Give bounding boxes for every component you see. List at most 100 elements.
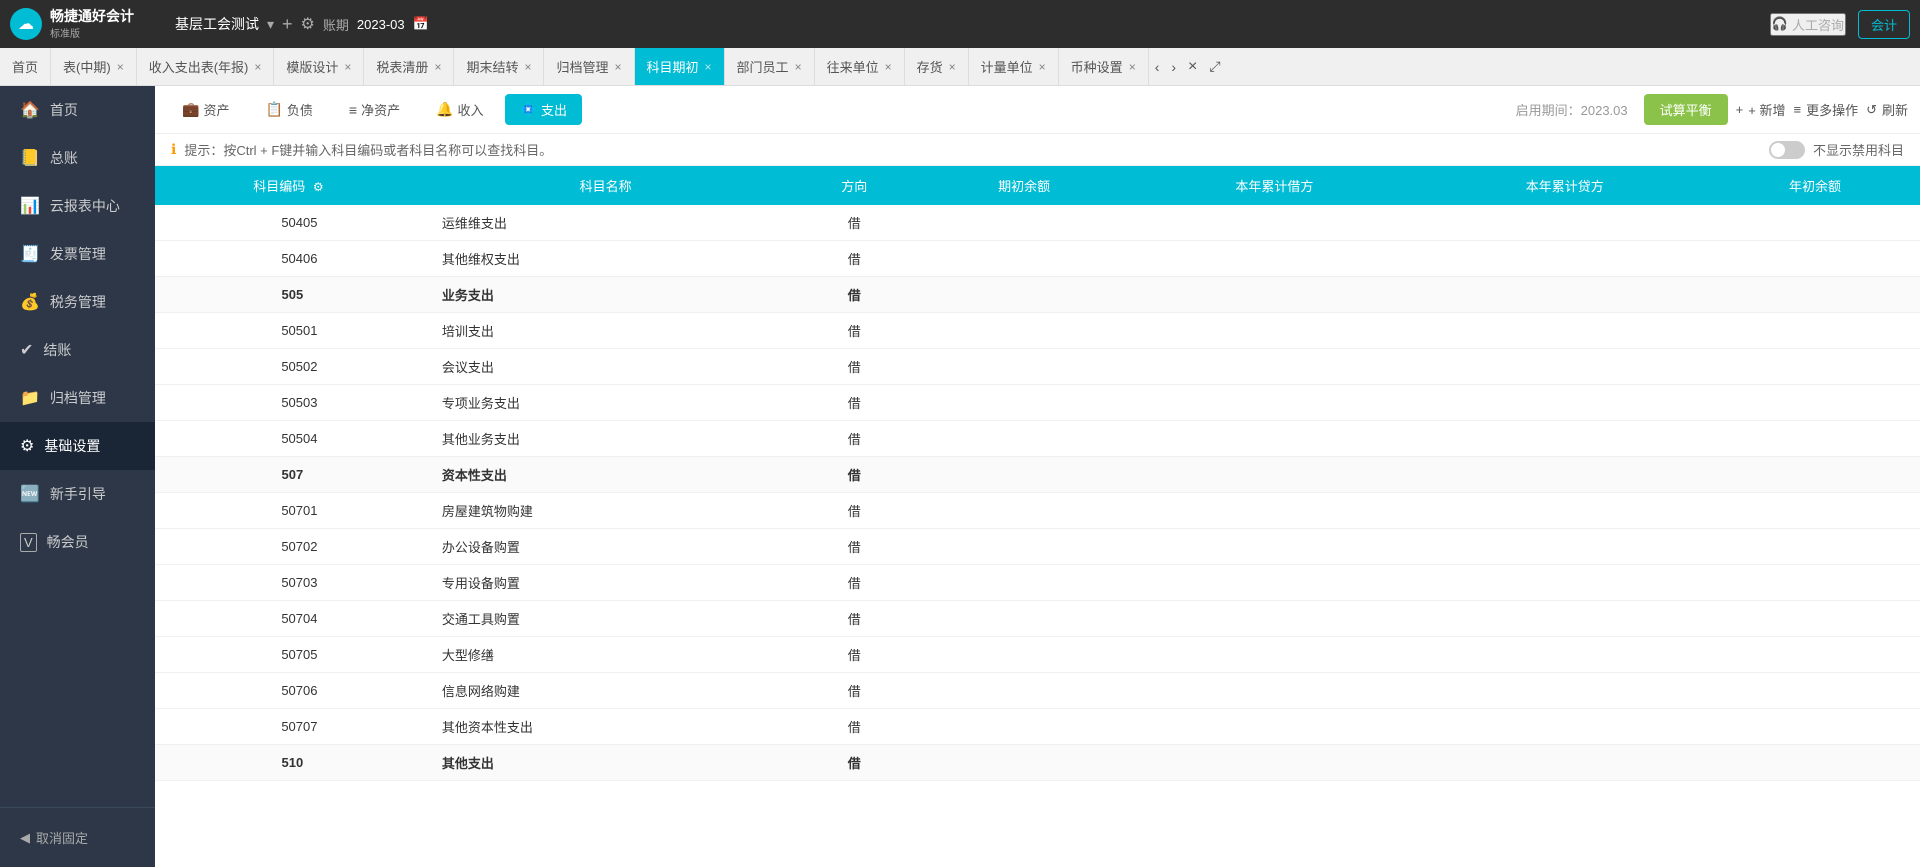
cell-year-start	[1710, 601, 1920, 637]
table-row[interactable]: 50501 培训支出 借	[155, 313, 1920, 349]
sub-tab-asset[interactable]: 💼 资产	[167, 94, 244, 125]
sub-tab-net-asset[interactable]: ≡ 净资产	[334, 94, 415, 125]
cell-name: 办公设备购置	[422, 529, 790, 565]
table-row[interactable]: 507 资本性支出 借	[155, 457, 1920, 493]
cell-name: 业务支出	[422, 277, 790, 313]
company-name: 基层工会测试	[175, 14, 259, 34]
table-row[interactable]: 50706 信息网络购建 借	[155, 673, 1920, 709]
sidebar-label-tax: 税务管理	[50, 292, 106, 312]
table-row[interactable]: 510 其他支出 借	[155, 745, 1920, 781]
service-btn[interactable]: 🎧 人工咨询	[1770, 13, 1846, 36]
table-row[interactable]: 50406 其他维权支出 借	[155, 241, 1920, 277]
table-row[interactable]: 50504 其他业务支出 借	[155, 421, 1920, 457]
sidebar-item-tax[interactable]: 💰 税务管理	[0, 278, 155, 326]
sidebar-label-archive: 归档管理	[50, 388, 106, 408]
tab-currency-close[interactable]: ×	[1129, 60, 1136, 74]
new-btn[interactable]: + + 新增	[1736, 100, 1786, 119]
cell-year-start	[1710, 349, 1920, 385]
table-row[interactable]: 50704 交通工具购置 借	[155, 601, 1920, 637]
tab-period-end-close[interactable]: ×	[524, 60, 531, 74]
tab-next-btn[interactable]: ›	[1165, 48, 1182, 86]
tab-counterpart-close[interactable]: ×	[885, 60, 892, 74]
cell-ytd-credit	[1420, 421, 1710, 457]
cancel-fixed-btn[interactable]: ◀ 取消固定	[0, 818, 155, 857]
tab-interim[interactable]: 表(中期) ×	[51, 48, 137, 86]
cell-code: 50707	[155, 709, 422, 745]
show-disabled-toggle[interactable]	[1769, 141, 1805, 159]
sidebar-item-member[interactable]: V 畅会员	[0, 518, 155, 566]
cell-ytd-debit	[1129, 673, 1419, 709]
cell-direction: 借	[789, 457, 919, 493]
sidebar-item-guide[interactable]: 🆕 新手引导	[0, 470, 155, 518]
cell-ytd-debit	[1129, 277, 1419, 313]
tab-unit-close[interactable]: ×	[1039, 60, 1046, 74]
tab-tax-close[interactable]: ×	[434, 60, 441, 74]
tab-home[interactable]: 首页	[0, 48, 51, 86]
cell-ytd-credit	[1420, 673, 1710, 709]
table-row[interactable]: 50703 专用设备购置 借	[155, 565, 1920, 601]
tab-currency[interactable]: 币种设置 ×	[1059, 48, 1149, 86]
add-company-btn[interactable]: +	[282, 14, 293, 35]
arrow-left-icon: ◀	[20, 830, 30, 846]
tab-dept[interactable]: 部门员工 ×	[725, 48, 815, 86]
col-year-start: 年初余额	[1710, 166, 1920, 205]
balance-btn[interactable]: 试算平衡	[1644, 94, 1728, 125]
company-dropdown-btn[interactable]: ▾	[267, 16, 274, 33]
tab-income[interactable]: 收入支出表(年报) ×	[137, 48, 275, 86]
col-settings-icon[interactable]: ⚙	[313, 180, 324, 194]
tab-expand-btn[interactable]: ⤢	[1203, 48, 1226, 86]
table-row[interactable]: 50502 会议支出 借	[155, 349, 1920, 385]
sidebar-item-ledger[interactable]: 📒 总账	[0, 134, 155, 182]
table-row[interactable]: 50503 专项业务支出 借	[155, 385, 1920, 421]
calendar-icon[interactable]: 📅	[413, 16, 429, 32]
table-row[interactable]: 50405 运维维支出 借	[155, 205, 1920, 241]
sidebar-item-home[interactable]: 🏠 首页	[0, 86, 155, 134]
sidebar-item-report[interactable]: 📊 云报表中心	[0, 182, 155, 230]
tab-tax[interactable]: 税表清册 ×	[364, 48, 454, 86]
tab-archive-close[interactable]: ×	[615, 60, 622, 74]
tab-inventory[interactable]: 存货 ×	[905, 48, 969, 86]
more-btn[interactable]: ≡ 更多操作	[1793, 100, 1858, 119]
tab-close-all-btn[interactable]: ×	[1182, 48, 1203, 86]
sub-tab-liability[interactable]: 📋 负债	[250, 94, 327, 125]
sidebar-item-invoice[interactable]: 🧾 发票管理	[0, 230, 155, 278]
tab-income-close[interactable]: ×	[254, 60, 261, 74]
table-row[interactable]: 50707 其他资本性支出 借	[155, 709, 1920, 745]
cell-opening-balance	[919, 457, 1129, 493]
sub-tab-bar: 💼 资产 📋 负债 ≡ 净资产 🔔 收入 💠 支出 启用期间：2023.03 试	[155, 86, 1920, 134]
table-row[interactable]: 50705 大型修缮 借	[155, 637, 1920, 673]
tab-template[interactable]: 模版设计 ×	[274, 48, 364, 86]
cell-direction: 借	[789, 709, 919, 745]
tab-archive[interactable]: 归档管理 ×	[544, 48, 634, 86]
cell-direction: 借	[789, 241, 919, 277]
sub-tab-net-asset-label: 净资产	[361, 100, 400, 119]
tab-counterpart[interactable]: 往来单位 ×	[815, 48, 905, 86]
tab-interim-close[interactable]: ×	[117, 60, 124, 74]
tab-inventory-close[interactable]: ×	[949, 60, 956, 74]
cell-opening-balance	[919, 385, 1129, 421]
tab-period-end[interactable]: 期末结转 ×	[454, 48, 544, 86]
cell-name: 交通工具购置	[422, 601, 790, 637]
sub-tab-income[interactable]: 🔔 收入	[421, 94, 498, 125]
sidebar-item-settle[interactable]: ✔ 结账	[0, 326, 155, 374]
tab-subject-close[interactable]: ×	[705, 60, 712, 74]
cell-opening-balance	[919, 709, 1129, 745]
refresh-btn[interactable]: ↺ 刷新	[1866, 100, 1908, 119]
tab-subject[interactable]: 科目期初 ×	[635, 48, 725, 86]
sub-tab-expense[interactable]: 💠 支出	[505, 94, 582, 125]
table-row[interactable]: 50701 房屋建筑物购建 借	[155, 493, 1920, 529]
table-row[interactable]: 50702 办公设备购置 借	[155, 529, 1920, 565]
header-right: 🎧 人工咨询 会计	[1770, 10, 1910, 39]
sidebar-item-archive[interactable]: 📁 归档管理	[0, 374, 155, 422]
cell-ytd-debit	[1129, 637, 1419, 673]
tab-unit[interactable]: 计量单位 ×	[969, 48, 1059, 86]
tab-prev-btn[interactable]: ‹	[1149, 48, 1166, 86]
account-btn[interactable]: 会计	[1858, 10, 1910, 39]
tab-template-close[interactable]: ×	[344, 60, 351, 74]
tab-dept-close[interactable]: ×	[795, 60, 802, 74]
cell-code: 510	[155, 745, 422, 781]
settings-icon-btn[interactable]: ⚙	[301, 14, 315, 34]
cell-direction: 借	[789, 493, 919, 529]
sidebar-item-settings[interactable]: ⚙ 基础设置	[0, 422, 155, 470]
table-row[interactable]: 505 业务支出 借	[155, 277, 1920, 313]
